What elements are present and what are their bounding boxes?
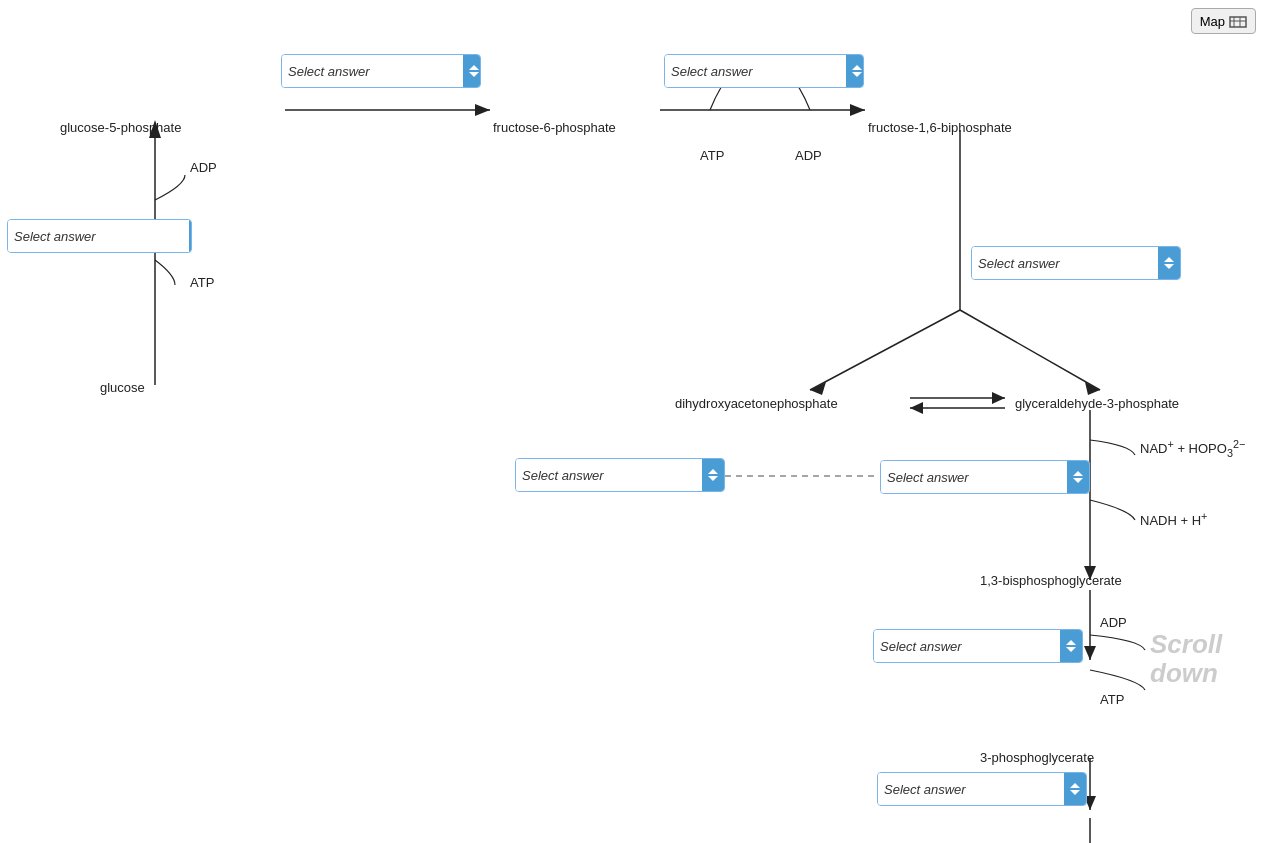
- dropdown-5[interactable]: [515, 458, 725, 492]
- svg-rect-0: [1230, 17, 1246, 27]
- fructose16biphosphate-label: fructose-1,6-biphosphate: [868, 120, 1012, 135]
- dropdown-5-input[interactable]: [516, 459, 702, 491]
- dropdown-6-spinner[interactable]: [1067, 461, 1089, 493]
- adp3-label: ADP: [1100, 615, 1127, 630]
- dropdown-8-spinner[interactable]: [1064, 773, 1086, 805]
- map-button[interactable]: Map: [1191, 8, 1256, 34]
- svg-marker-6: [850, 104, 865, 116]
- dropdown-2[interactable]: [664, 54, 864, 88]
- svg-line-8: [810, 310, 960, 390]
- fructose6phosphate-label: fructose-6-phosphate: [493, 120, 616, 135]
- dropdown-3-input[interactable]: [8, 220, 189, 252]
- dropdown-7[interactable]: [873, 629, 1083, 663]
- dropdown-4-input[interactable]: [972, 247, 1158, 279]
- glucose-label: glucose: [100, 380, 145, 395]
- nadh-label: NADH + H+: [1140, 510, 1207, 528]
- dropdown-1-spinner[interactable]: [463, 55, 481, 87]
- map-icon: [1229, 13, 1247, 29]
- nad-label: NAD+ + HOPO32−: [1140, 438, 1245, 459]
- dropdown-7-input[interactable]: [874, 630, 1060, 662]
- dropdown-6-input[interactable]: [881, 461, 1067, 493]
- svg-marker-13: [992, 392, 1005, 404]
- scroll-down-text: Scrolldown: [1150, 630, 1222, 687]
- glucose5phosphate-label: glucose-5-phosphate: [60, 120, 181, 135]
- svg-marker-9: [810, 382, 826, 395]
- dropdown-6[interactable]: [880, 460, 1090, 494]
- dihydroxy-label: dihydroxyacetonephosphate: [675, 396, 838, 411]
- atp3-label: ATP: [1100, 692, 1124, 707]
- dropdown-1[interactable]: [281, 54, 481, 88]
- svg-marker-4: [475, 104, 490, 116]
- dropdown-8-input[interactable]: [878, 773, 1064, 805]
- atp1-label: ATP: [700, 148, 724, 163]
- dropdown-4-spinner[interactable]: [1158, 247, 1180, 279]
- dropdown-2-spinner[interactable]: [846, 55, 864, 87]
- svg-line-10: [960, 310, 1100, 390]
- diagram-arrows: [0, 0, 1266, 843]
- dropdown-3-spinner[interactable]: [189, 220, 192, 252]
- dropdown-1-input[interactable]: [282, 55, 463, 87]
- glyceraldehyde-label: glyceraldehyde-3-phosphate: [1015, 396, 1179, 411]
- svg-marker-11: [1085, 382, 1100, 395]
- adp1-label: ADP: [190, 160, 217, 175]
- dropdown-3[interactable]: [7, 219, 192, 253]
- map-button-label: Map: [1200, 14, 1225, 29]
- dropdown-7-spinner[interactable]: [1060, 630, 1082, 662]
- bisphosphoglycerate-label: 1,3-bisphosphoglycerate: [980, 573, 1122, 588]
- dropdown-8[interactable]: [877, 772, 1087, 806]
- svg-marker-20: [1084, 646, 1096, 660]
- atp2-label: ATP: [190, 275, 214, 290]
- dropdown-4[interactable]: [971, 246, 1181, 280]
- phosphoglycerate-label: 3-phosphoglycerate: [980, 750, 1094, 765]
- svg-marker-15: [910, 402, 923, 414]
- dropdown-2-input[interactable]: [665, 55, 846, 87]
- adp2-label: ADP: [795, 148, 822, 163]
- dropdown-5-spinner[interactable]: [702, 459, 724, 491]
